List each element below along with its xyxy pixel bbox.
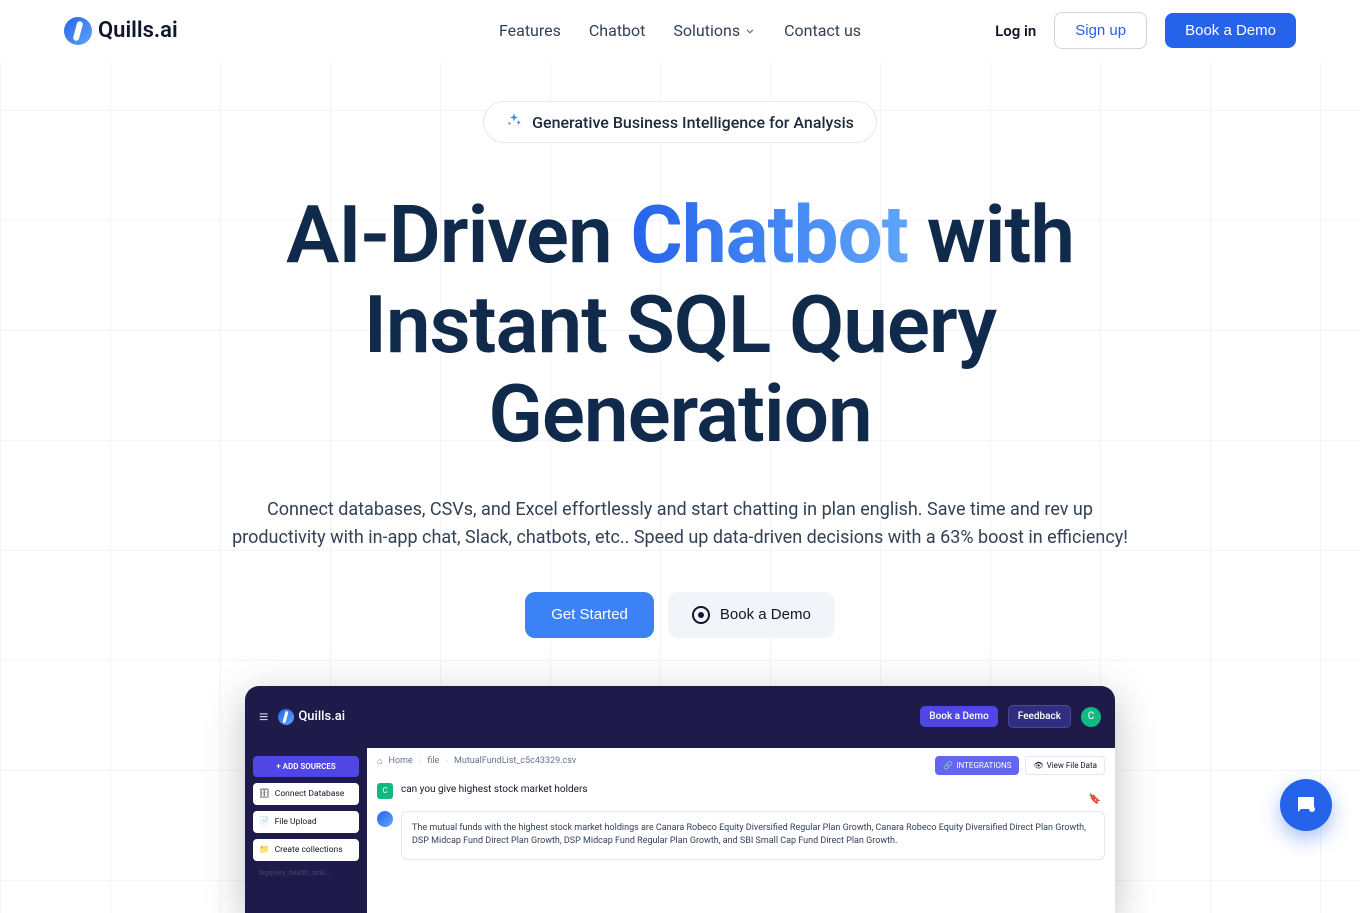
book-demo-button[interactable]: Book a Demo <box>1165 13 1296 48</box>
shot-body: + ADD SOURCES 🗄Connect Database 📄File Up… <box>245 748 1115 913</box>
folder-icon: 📁 <box>259 845 270 855</box>
hero-pill: Generative Business Intelligence for Ana… <box>483 101 877 143</box>
sparkle-icon <box>506 112 522 132</box>
shot-avatar: C <box>1081 707 1101 727</box>
shot-top-right-tags: 🔗INTEGRATIONS 👁View File Data <box>935 756 1105 775</box>
nav-features[interactable]: Features <box>499 21 561 40</box>
brand-logo[interactable]: Quills.ai <box>64 17 178 45</box>
bookmark-icon: 🔖 <box>1089 794 1101 805</box>
user-message-row: C can you give highest stock market hold… <box>377 783 1105 799</box>
logo-icon <box>64 17 92 45</box>
chat-fab[interactable] <box>1280 779 1332 831</box>
nav-actions: Log in Sign up Book a Demo <box>995 12 1296 49</box>
shot-main: ⌂ Home › file › MutualFundList_c5c43329.… <box>367 748 1115 913</box>
connect-db-item: 🗄Connect Database <box>253 783 359 805</box>
signup-button[interactable]: Sign up <box>1054 12 1147 49</box>
home-icon: ⌂ <box>377 756 382 767</box>
collections-item: 📁Create collections <box>253 839 359 861</box>
get-started-button[interactable]: Get Started <box>525 592 654 638</box>
view-file-tag: 👁View File Data <box>1025 756 1105 775</box>
chevron-down-icon <box>744 25 756 37</box>
nav-contact[interactable]: Contact us <box>784 21 861 40</box>
shot-topbar: ≡ Quills.ai Book a Demo Feedback C <box>245 686 1115 748</box>
book-demo-secondary-button[interactable]: Book a Demo <box>668 592 835 638</box>
logo-icon <box>278 709 294 725</box>
sidebar-faint-item: bigquery_health_rank... <box>253 867 359 879</box>
nav-chatbot[interactable]: Chatbot <box>589 21 646 40</box>
shot-feedback-chip: Feedback <box>1008 705 1071 728</box>
brand-name: Quills.ai <box>98 18 178 43</box>
hero-headline: AI-Driven Chatbot with Instant SQL Query… <box>180 191 1180 460</box>
eye-icon: 👁 <box>1033 761 1043 770</box>
integrations-tag: 🔗INTEGRATIONS <box>935 756 1019 775</box>
cta-row: Get Started Book a Demo <box>525 592 835 638</box>
pill-text: Generative Business Intelligence for Ana… <box>532 113 854 132</box>
top-nav: Quills.ai Features Chatbot Solutions Con… <box>0 0 1360 61</box>
product-screenshot: ≡ Quills.ai Book a Demo Feedback C + ADD… <box>245 686 1115 913</box>
shot-book-demo-chip: Book a Demo <box>920 706 998 727</box>
record-icon <box>692 606 710 624</box>
login-link[interactable]: Log in <box>995 22 1036 40</box>
bot-reply-row: The mutual funds with the highest stock … <box>377 811 1105 860</box>
hero-subtext: Connect databases, CSVs, and Excel effor… <box>220 496 1140 552</box>
nav-links: Features Chatbot Solutions Contact us <box>499 21 861 40</box>
nav-solutions[interactable]: Solutions <box>673 21 756 40</box>
user-avatar: C <box>377 783 393 799</box>
shot-sidebar: + ADD SOURCES 🗄Connect Database 📄File Up… <box>245 748 367 913</box>
bot-avatar <box>377 811 393 827</box>
add-sources-button: + ADD SOURCES <box>253 756 359 777</box>
file-upload-item: 📄File Upload <box>253 811 359 833</box>
menu-icon: ≡ <box>259 707 268 727</box>
shot-logo: Quills.ai <box>278 709 345 725</box>
link-icon: 🔗 <box>943 761 953 770</box>
database-icon: 🗄 <box>259 789 270 799</box>
chat-icon <box>1294 793 1318 817</box>
user-message: can you give highest stock market holder… <box>401 783 588 798</box>
hero: Generative Business Intelligence for Ana… <box>0 61 1360 913</box>
bot-reply: The mutual funds with the highest stock … <box>401 811 1105 860</box>
file-icon: 📄 <box>259 817 270 827</box>
